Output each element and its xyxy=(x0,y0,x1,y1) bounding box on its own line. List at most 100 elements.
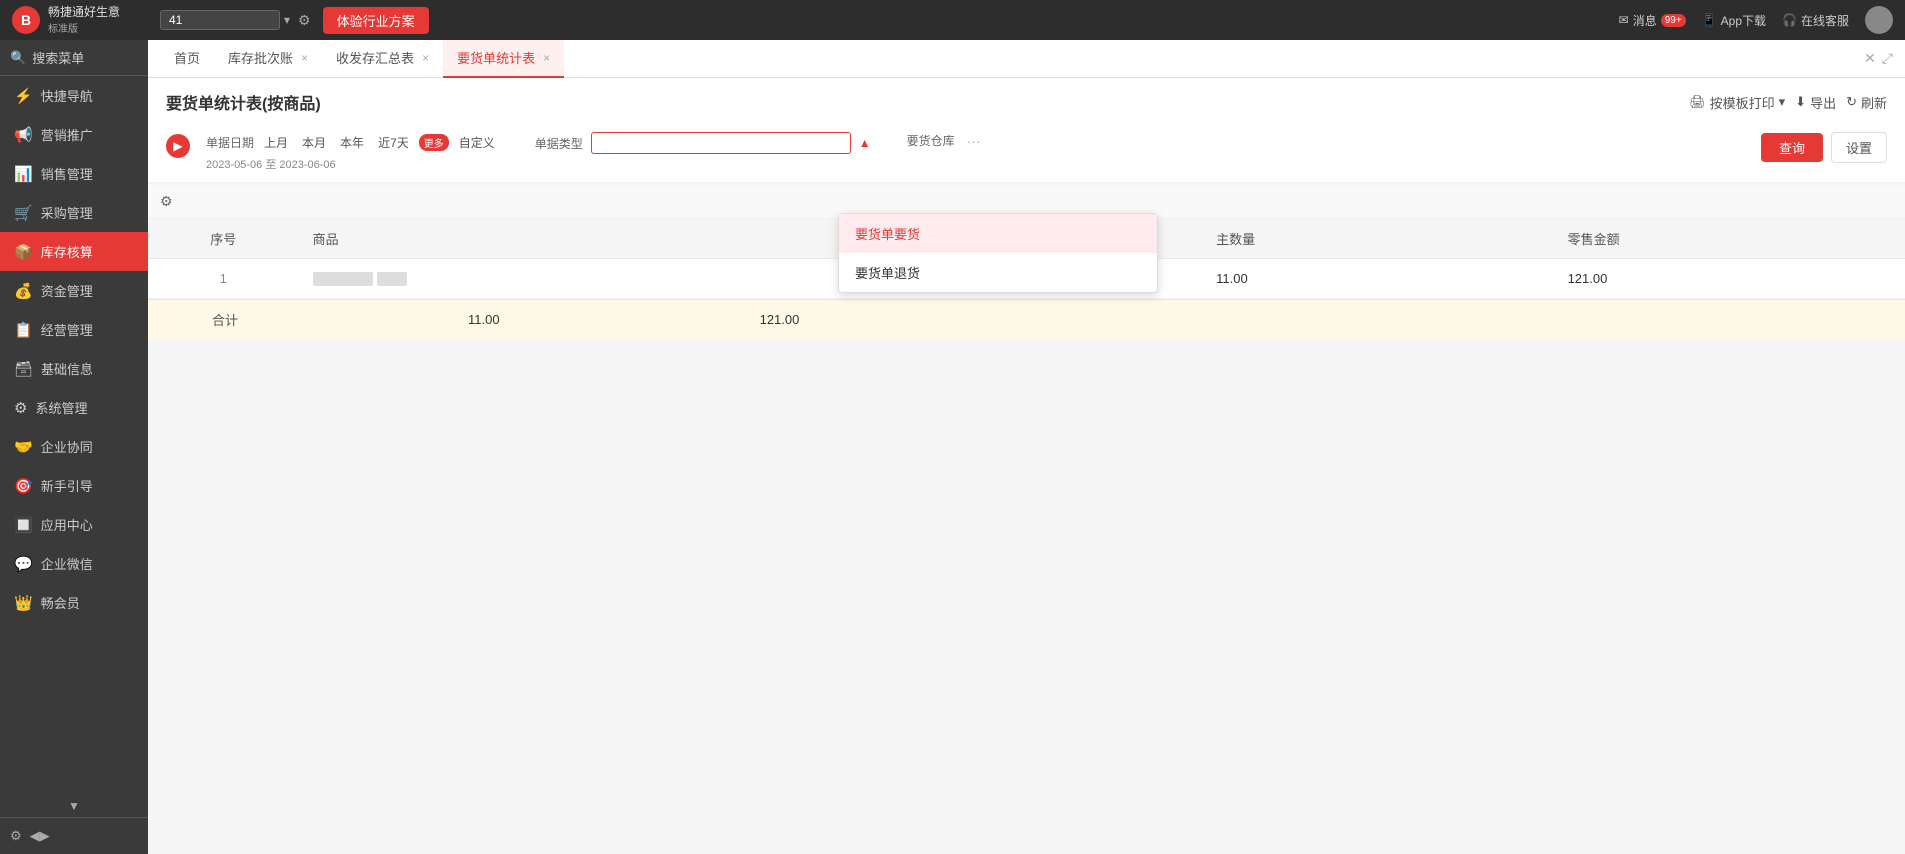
tab-batch-close[interactable]: × xyxy=(301,51,308,65)
date-this-month-btn[interactable]: 本月 xyxy=(298,132,330,153)
sidebar: 🔍 搜索菜单 ⚡ 快捷导航 📢 营销推广 📊 销售管理 🛒 采购管理 📦 库存核… xyxy=(0,40,148,854)
export-label: 导出 xyxy=(1810,93,1836,112)
sidebar-item-marketing[interactable]: 📢 营销推广 xyxy=(0,115,148,154)
filter-date-group: 单据日期 上月 本月 本年 近7天 更多 自定义 2023-05-06 至 20… xyxy=(206,132,499,172)
sidebar-item-enterprise[interactable]: 🤝 企业协同 xyxy=(0,427,148,466)
page-header: 要货单统计表(按商品) 🖨 按模板打印 ▾ ⬇ 导出 ↻ 刷新 xyxy=(148,78,1905,122)
finance-icon: 💰 xyxy=(14,282,33,300)
sales-icon: 📊 xyxy=(14,165,33,183)
dropdown-item-delivery[interactable]: 要货单要货 xyxy=(839,214,1157,253)
sidebar-item-inventory[interactable]: 📦 库存核算 xyxy=(0,232,148,271)
sidebar-search-label: 搜索菜单 xyxy=(32,48,84,67)
apps-icon: 🔲 xyxy=(14,516,33,534)
table-footer: 合计 11.00 121.00 xyxy=(148,299,1905,339)
header-right: ✉ 消息 99+ 📱 App下载 🎧 在线客服 xyxy=(1619,6,1893,34)
table-settings-icon[interactable]: ⚙ xyxy=(160,193,173,210)
sidebar-item-base[interactable]: 🗃 基础信息 xyxy=(0,349,148,388)
date-more-badge[interactable]: 更多 xyxy=(419,134,449,151)
sidebar-item-label: 系统管理 xyxy=(35,398,87,417)
refresh-btn[interactable]: ↻ 刷新 xyxy=(1846,93,1887,112)
filter-action-btns: 查询 设置 xyxy=(1761,132,1887,163)
tab-close-all-icon[interactable]: ✕ xyxy=(1864,50,1876,67)
header-dropdown-arrow[interactable]: ▾ xyxy=(284,13,290,27)
tab-receipt-summary[interactable]: 收发存汇总表 × xyxy=(322,40,443,78)
purchase-icon: 🛒 xyxy=(14,204,33,222)
trial-button[interactable]: 体验行业方案 xyxy=(323,7,429,34)
print-icon: 🖨 xyxy=(1689,94,1706,110)
sidebar-item-label: 采购管理 xyxy=(41,203,93,222)
tab-receipt-close[interactable]: × xyxy=(422,51,429,65)
header-tab-input[interactable] xyxy=(160,10,280,30)
app-download-item[interactable]: 📱 App下载 xyxy=(1702,12,1766,29)
sidebar-item-system[interactable]: ⚙ 系统管理 xyxy=(0,388,148,427)
sidebar-item-purchase[interactable]: 🛒 采购管理 xyxy=(0,193,148,232)
page-actions: 🖨 按模板打印 ▾ ⬇ 导出 ↻ 刷新 xyxy=(1689,93,1887,112)
header-gear-icon[interactable]: ⚙ xyxy=(298,12,311,29)
warehouse-more-btn[interactable]: ··· xyxy=(967,133,981,149)
print-btn[interactable]: 🖨 按模板打印 ▾ xyxy=(1689,93,1785,112)
sidebar-item-label: 经营管理 xyxy=(41,320,93,339)
sidebar-item-finance[interactable]: 💰 资金管理 xyxy=(0,271,148,310)
date-last-month-btn[interactable]: 上月 xyxy=(260,132,292,153)
sidebar-item-label: 应用中心 xyxy=(41,515,93,534)
export-btn[interactable]: ⬇ 导出 xyxy=(1795,93,1836,112)
avatar[interactable] xyxy=(1865,6,1893,34)
warehouse-label: 要货仓库 xyxy=(907,132,955,149)
col-num: 序号 xyxy=(148,219,299,259)
type-input[interactable] xyxy=(591,132,851,154)
date-7days-btn[interactable]: 近7天 xyxy=(374,132,413,153)
guide-icon: 🎯 xyxy=(14,477,33,495)
product-name-placeholder xyxy=(313,272,373,286)
app-download-label: App下载 xyxy=(1721,12,1766,29)
product-spec-placeholder xyxy=(377,272,407,286)
settings-button[interactable]: 设置 xyxy=(1831,132,1887,163)
sidebar-item-member[interactable]: 👑 畅会员 xyxy=(0,583,148,622)
sidebar-item-label: 新手引导 xyxy=(41,476,93,495)
sidebar-item-guide[interactable]: 🎯 新手引导 xyxy=(0,466,148,505)
quick-nav-icon: ⚡ xyxy=(14,87,33,105)
sidebar-item-sales[interactable]: 📊 销售管理 xyxy=(0,154,148,193)
marketing-icon: 📢 xyxy=(14,126,33,144)
sidebar-item-quick-nav[interactable]: ⚡ 快捷导航 xyxy=(0,76,148,115)
main-layout: 🔍 搜索菜单 ⚡ 快捷导航 📢 营销推广 📊 销售管理 🛒 采购管理 📦 库存核… xyxy=(0,40,1905,854)
col-amount: 零售金额 xyxy=(1554,219,1905,259)
content-area: 首页 库存批次账 × 收发存汇总表 × 要货单统计表 × ✕ ⤢ 要 xyxy=(148,40,1905,854)
tab-batch[interactable]: 库存批次账 × xyxy=(214,40,322,78)
tab-order-stats-close[interactable]: × xyxy=(543,51,550,65)
sidebar-scroll-down[interactable]: ▼ xyxy=(0,795,148,817)
sidebar-item-label: 畅会员 xyxy=(41,593,80,612)
logo-subtitle: 标准版 xyxy=(48,20,120,35)
date-custom-btn[interactable]: 自定义 xyxy=(455,132,499,153)
system-icon: ⚙ xyxy=(14,399,27,417)
type-dropdown-arrow[interactable]: ▲ xyxy=(859,136,871,150)
tab-maximize-icon[interactable]: ⤢ xyxy=(1882,50,1893,67)
sidebar-item-label: 企业协同 xyxy=(41,437,93,456)
sidebar-item-wechat[interactable]: 💬 企业微信 xyxy=(0,544,148,583)
sidebar-item-apps[interactable]: 🔲 应用中心 xyxy=(0,505,148,544)
tab-order-stats[interactable]: 要货单统计表 × xyxy=(443,40,564,78)
filter-expand-btn[interactable]: ▶ xyxy=(166,134,190,158)
type-label: 单据类型 xyxy=(535,135,583,152)
cell-quantity: 11.00 xyxy=(1202,259,1553,299)
col-quantity: 主数量 xyxy=(1202,219,1553,259)
sidebar-settings-btn[interactable]: ⚙ xyxy=(10,828,22,844)
wechat-icon: 💬 xyxy=(14,555,33,573)
headset-icon: 🎧 xyxy=(1782,13,1797,27)
dropdown-item-return[interactable]: 要货单退货 xyxy=(839,253,1157,292)
operations-icon: 📋 xyxy=(14,321,33,339)
messages-item[interactable]: ✉ 消息 99+ xyxy=(1619,12,1686,29)
tab-home[interactable]: 首页 xyxy=(160,40,214,78)
sidebar-collapse-btn[interactable]: ◀▶ xyxy=(30,828,50,844)
refresh-label: 刷新 xyxy=(1861,93,1887,112)
sidebar-search[interactable]: 🔍 搜索菜单 xyxy=(0,40,148,76)
date-label: 单据日期 xyxy=(206,134,254,151)
online-service-label: 在线客服 xyxy=(1801,12,1849,29)
sidebar-item-operations[interactable]: 📋 经营管理 xyxy=(0,310,148,349)
online-service-item[interactable]: 🎧 在线客服 xyxy=(1782,12,1849,29)
col-product: 商品 xyxy=(299,219,851,259)
tab-order-stats-label: 要货单统计表 xyxy=(457,48,535,67)
query-button[interactable]: 查询 xyxy=(1761,133,1823,162)
date-this-year-btn[interactable]: 本年 xyxy=(336,132,368,153)
export-icon: ⬇ xyxy=(1795,94,1806,110)
search-icon: 🔍 xyxy=(10,50,26,66)
